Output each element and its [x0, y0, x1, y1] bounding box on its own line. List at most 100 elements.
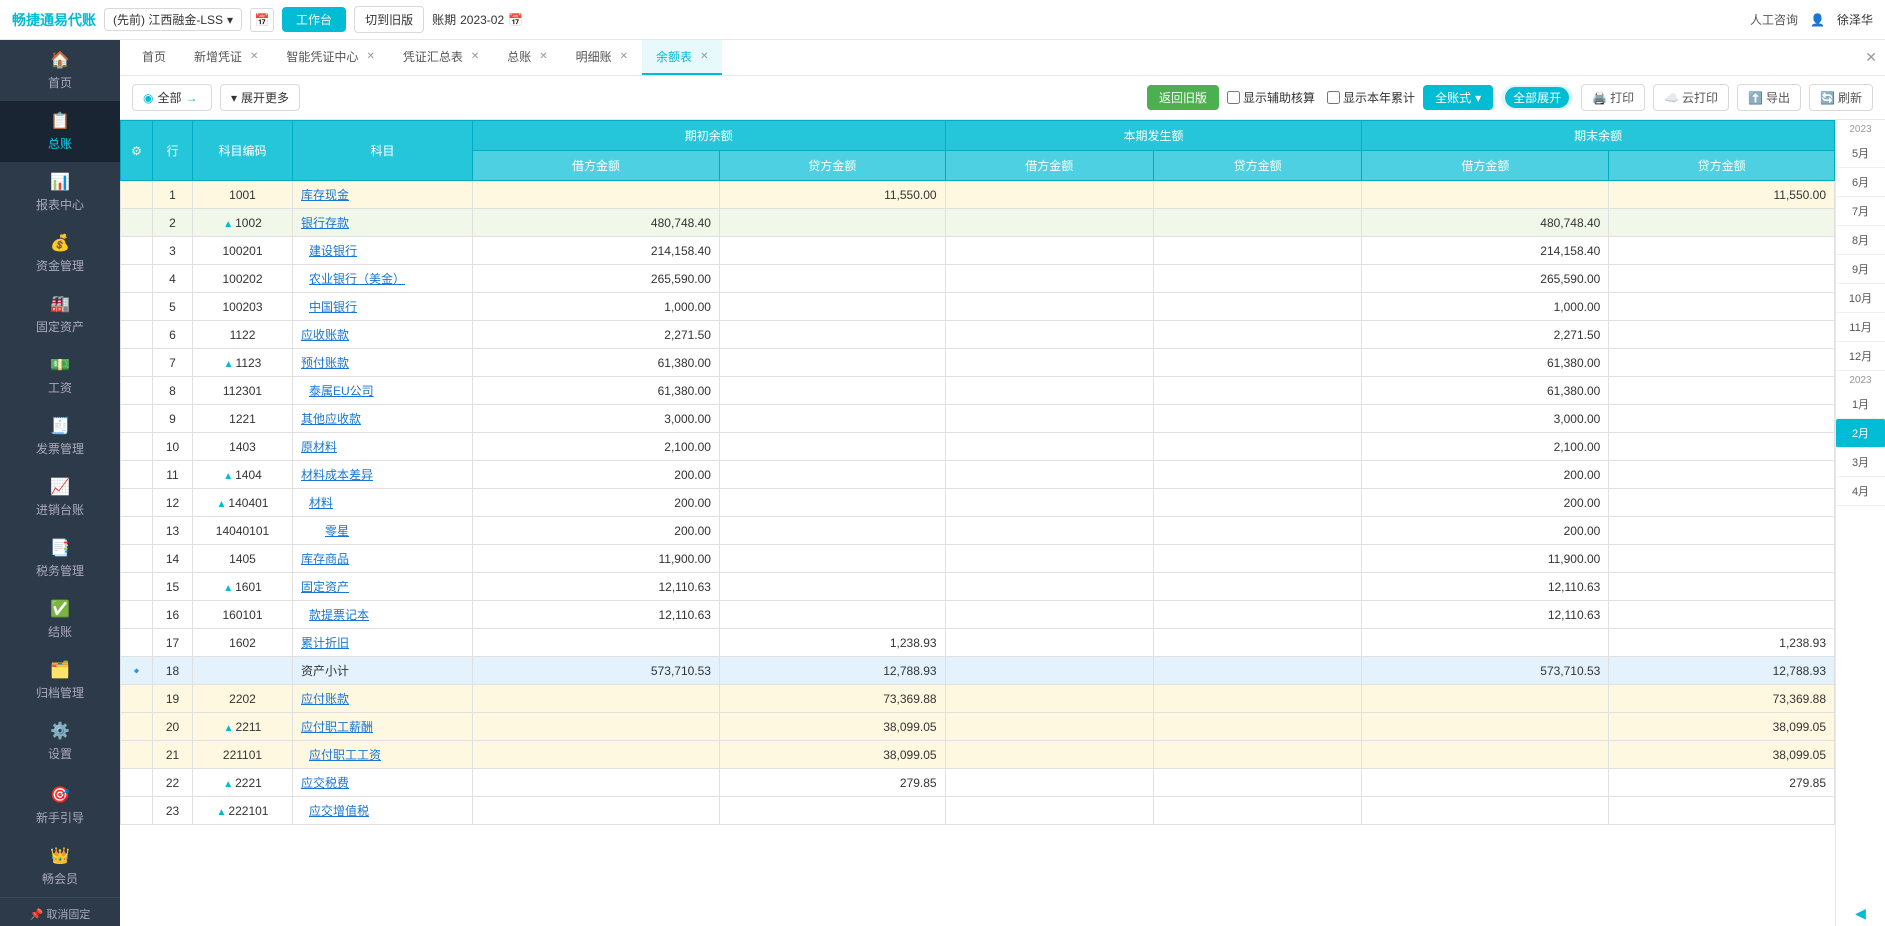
- account-name-link[interactable]: 应付职工工资: [309, 748, 381, 762]
- expand-all-toggle[interactable]: 全部展开: [1501, 85, 1573, 110]
- account-name-link[interactable]: 应付职工薪酬: [301, 720, 373, 734]
- account-name-link[interactable]: 款提票记本: [309, 608, 369, 622]
- expand-row-icon[interactable]: ▲: [223, 471, 233, 482]
- expand-row-icon[interactable]: ▲: [224, 723, 234, 734]
- account-name-link[interactable]: 固定资产: [301, 580, 349, 594]
- month-1[interactable]: 1月: [1836, 390, 1885, 419]
- account-name-link[interactable]: 预付账款: [301, 356, 349, 370]
- row-name-cell[interactable]: 材料: [293, 489, 473, 517]
- tab-balance-sheet-close[interactable]: ✕: [700, 51, 708, 62]
- row-name-cell[interactable]: 应付账款: [293, 685, 473, 713]
- row-name-cell[interactable]: 零星: [293, 517, 473, 545]
- sidebar-item-home[interactable]: 🏠 首页: [0, 40, 120, 101]
- account-name-link[interactable]: 建设银行: [309, 244, 357, 258]
- account-name-link[interactable]: 农业银行（美金）: [309, 272, 405, 286]
- row-name-cell[interactable]: 应付职工工资: [293, 741, 473, 769]
- sidebar-item-guide[interactable]: 🎯 新手引导: [0, 775, 120, 836]
- cloud-print-btn[interactable]: ☁️ 云打印: [1653, 84, 1729, 111]
- row-name-cell[interactable]: 建设银行: [293, 237, 473, 265]
- row-name-cell[interactable]: 预付账款: [293, 349, 473, 377]
- account-name-link[interactable]: 应收账款: [301, 328, 349, 342]
- row-name-cell[interactable]: 银行存款: [293, 209, 473, 237]
- sidebar-item-payroll[interactable]: 💵 工资: [0, 345, 120, 406]
- aux-checkbox-input[interactable]: [1227, 91, 1240, 104]
- month-8[interactable]: 8月: [1836, 226, 1885, 255]
- tab-general-ledger[interactable]: 总账 ✕: [493, 40, 561, 75]
- account-name-link[interactable]: 库存商品: [301, 552, 349, 566]
- row-name-cell[interactable]: 泰属EU公司: [293, 377, 473, 405]
- expand-row-icon[interactable]: ▲: [223, 219, 233, 230]
- sidebar-item-close[interactable]: ✅ 结账: [0, 589, 120, 650]
- show-ytd-checkbox[interactable]: 显示本年累计: [1327, 89, 1415, 106]
- account-name-link[interactable]: 泰属EU公司: [309, 384, 374, 398]
- tab-new-voucher[interactable]: 新增凭证 ✕: [180, 40, 272, 75]
- close-all-tabs-btn[interactable]: ✕: [1865, 49, 1877, 66]
- account-name-link[interactable]: 原材料: [301, 440, 337, 454]
- tab-general-ledger-close[interactable]: ✕: [539, 51, 547, 62]
- month-12[interactable]: 12月: [1836, 342, 1885, 371]
- refresh-btn[interactable]: 🔄 刷新: [1809, 84, 1873, 111]
- tab-balance-sheet[interactable]: 余额表 ✕: [642, 40, 722, 75]
- month-5[interactable]: 5月: [1836, 139, 1885, 168]
- account-name-link[interactable]: 其他应收款: [301, 412, 361, 426]
- month-10[interactable]: 10月: [1836, 284, 1885, 313]
- tab-detail-ledger-close[interactable]: ✕: [620, 51, 628, 62]
- row-name-cell[interactable]: 应收账款: [293, 321, 473, 349]
- row-name-cell[interactable]: 库存商品: [293, 545, 473, 573]
- sidebar-item-member[interactable]: 👑 畅会员: [0, 836, 120, 897]
- account-name-link[interactable]: 材料: [309, 496, 333, 510]
- month-6[interactable]: 6月: [1836, 168, 1885, 197]
- show-aux-checkbox[interactable]: 显示辅助核算: [1227, 89, 1315, 106]
- sidebar-item-tax[interactable]: 📑 税务管理: [0, 528, 120, 589]
- expand-row-icon[interactable]: ▲: [217, 499, 227, 510]
- row-name-cell[interactable]: 应付职工薪酬: [293, 713, 473, 741]
- calendar-icon-btn[interactable]: 📅: [250, 8, 274, 32]
- tab-new-voucher-close[interactable]: ✕: [250, 51, 258, 62]
- expand-row-icon[interactable]: ▲: [224, 359, 234, 370]
- month-11[interactable]: 11月: [1836, 313, 1885, 342]
- workbench-button[interactable]: 工作台: [282, 7, 346, 32]
- row-name-cell[interactable]: 库存现金: [293, 181, 473, 209]
- month-4[interactable]: 4月: [1836, 477, 1885, 506]
- row-name-cell[interactable]: 资产小计: [293, 657, 473, 685]
- account-name-link[interactable]: 应付账款: [301, 692, 349, 706]
- ytd-checkbox-input[interactable]: [1327, 91, 1340, 104]
- row-name-cell[interactable]: 累计折旧: [293, 629, 473, 657]
- row-name-cell[interactable]: 应交增值税: [293, 797, 473, 825]
- full-mode-btn[interactable]: 全账式 ▾: [1423, 85, 1493, 110]
- account-name-link[interactable]: 银行存款: [301, 216, 349, 230]
- service-btn[interactable]: 人工咨询: [1750, 11, 1798, 28]
- sidebar-item-assets[interactable]: 🏭 固定资产: [0, 284, 120, 345]
- row-name-cell[interactable]: 固定资产: [293, 573, 473, 601]
- sidebar-item-ledger[interactable]: 📋 总账: [0, 101, 120, 162]
- tab-detail-ledger[interactable]: 明细账 ✕: [562, 40, 642, 75]
- tab-smart-voucher-close[interactable]: ✕: [366, 51, 374, 62]
- sidebar-item-funds[interactable]: 💰 资金管理: [0, 223, 120, 284]
- sidebar-item-invoice[interactable]: 🧾 发票管理: [0, 406, 120, 467]
- expand-row-icon[interactable]: ▲: [223, 583, 233, 594]
- sidebar-item-sales[interactable]: 📈 进销台账: [0, 467, 120, 528]
- month-3[interactable]: 3月: [1836, 448, 1885, 477]
- expand-more-btn[interactable]: ▾ 展开更多: [220, 84, 300, 111]
- tab-smart-voucher[interactable]: 智能凭证中心 ✕: [272, 40, 388, 75]
- row-name-cell[interactable]: 中国银行: [293, 293, 473, 321]
- settings-col-header[interactable]: ⚙: [121, 121, 153, 181]
- export-btn[interactable]: ⬆️ 导出: [1737, 84, 1801, 111]
- row-name-cell[interactable]: 农业银行（美金）: [293, 265, 473, 293]
- row-name-cell[interactable]: 应交税费: [293, 769, 473, 797]
- return-btn[interactable]: 返回旧版: [1147, 85, 1219, 110]
- account-name-link[interactable]: 零星: [325, 524, 349, 538]
- tab-voucher-summary-close[interactable]: ✕: [471, 51, 479, 62]
- account-name-link[interactable]: 库存现金: [301, 188, 349, 202]
- month-7[interactable]: 7月: [1836, 197, 1885, 226]
- switch-version-button[interactable]: 切到旧版: [354, 6, 424, 33]
- month-9[interactable]: 9月: [1836, 255, 1885, 284]
- row-name-cell[interactable]: 其他应收款: [293, 405, 473, 433]
- filter-select[interactable]: ◉ 全部 →: [132, 84, 212, 111]
- account-name-link[interactable]: 材料成本差异: [301, 468, 373, 482]
- month-2-active[interactable]: 2月: [1836, 419, 1885, 448]
- account-name-link[interactable]: 应交增值税: [309, 804, 369, 818]
- sidebar-item-reports[interactable]: 📊 报表中心: [0, 162, 120, 223]
- row-name-cell[interactable]: 原材料: [293, 433, 473, 461]
- panel-expand-btn[interactable]: ◀: [1836, 901, 1885, 926]
